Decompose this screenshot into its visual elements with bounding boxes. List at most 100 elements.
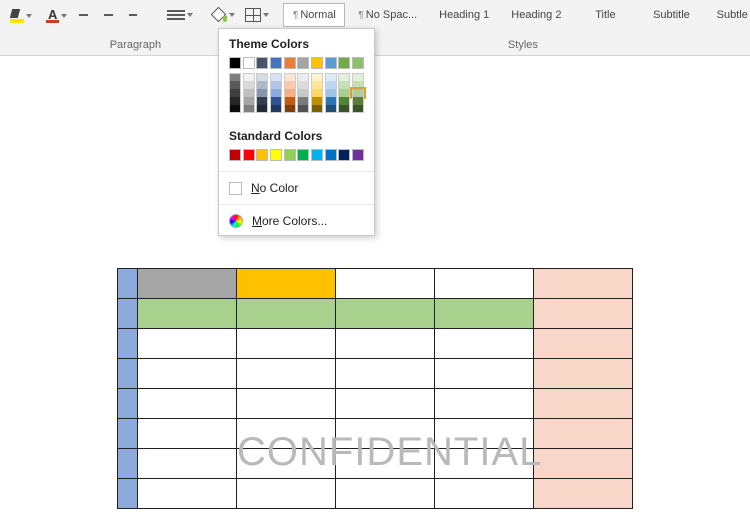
table-cell[interactable] [435, 359, 534, 389]
color-swatch[interactable] [270, 73, 282, 81]
color-swatch[interactable] [338, 57, 350, 69]
table-cell[interactable] [138, 329, 237, 359]
color-swatch[interactable] [243, 89, 255, 97]
table-cell[interactable] [118, 479, 138, 509]
color-swatch[interactable] [352, 149, 364, 161]
table-cell[interactable] [237, 389, 336, 419]
color-swatch[interactable] [256, 73, 268, 81]
color-swatch[interactable] [270, 57, 282, 69]
table-cell[interactable] [336, 359, 435, 389]
table-cell[interactable] [435, 449, 534, 479]
color-swatch[interactable] [256, 105, 268, 113]
table-cell[interactable] [336, 299, 435, 329]
color-swatch[interactable] [229, 149, 241, 161]
table-cell[interactable] [336, 269, 435, 299]
color-swatch[interactable] [229, 81, 241, 89]
color-swatch[interactable] [243, 57, 255, 69]
color-swatch[interactable] [256, 97, 268, 105]
color-swatch[interactable] [243, 73, 255, 81]
color-swatch[interactable] [325, 97, 337, 105]
table-cell[interactable] [534, 359, 633, 389]
table-cell[interactable] [138, 479, 237, 509]
style-chip[interactable]: Subtitle [640, 3, 702, 27]
align-right-button[interactable] [121, 7, 139, 23]
style-chip[interactable]: ¶Normal [283, 3, 345, 27]
color-swatch[interactable] [325, 149, 337, 161]
table-cell[interactable] [336, 329, 435, 359]
table-cell[interactable] [118, 449, 138, 479]
table-cell[interactable] [138, 389, 237, 419]
table-cell[interactable] [118, 389, 138, 419]
table-cell[interactable] [237, 449, 336, 479]
color-swatch[interactable] [311, 105, 323, 113]
style-chip[interactable]: Title [574, 3, 636, 27]
table-cell[interactable] [336, 479, 435, 509]
color-swatch[interactable] [256, 89, 268, 97]
document-table[interactable] [117, 268, 633, 509]
color-swatch[interactable] [338, 97, 350, 105]
table-cell[interactable] [336, 449, 435, 479]
color-swatch[interactable] [270, 81, 282, 89]
color-swatch[interactable] [325, 73, 337, 81]
color-swatch[interactable] [297, 57, 309, 69]
table-cell[interactable] [138, 269, 237, 299]
color-swatch[interactable] [352, 73, 364, 81]
table-cell[interactable] [435, 479, 534, 509]
table-cell[interactable] [237, 269, 336, 299]
color-swatch[interactable] [338, 105, 350, 113]
color-swatch[interactable] [284, 149, 296, 161]
color-swatch[interactable] [325, 89, 337, 97]
color-swatch[interactable] [325, 105, 337, 113]
align-justify-button[interactable] [143, 7, 161, 23]
table-cell[interactable] [237, 359, 336, 389]
table-cell[interactable] [237, 299, 336, 329]
table-cell[interactable] [435, 389, 534, 419]
table-cell[interactable] [435, 299, 534, 329]
color-swatch[interactable] [243, 81, 255, 89]
color-swatch[interactable] [229, 57, 241, 69]
table-cell[interactable] [138, 359, 237, 389]
color-swatch[interactable] [338, 89, 350, 97]
color-swatch[interactable] [338, 73, 350, 81]
table-cell[interactable] [118, 359, 138, 389]
color-swatch[interactable] [256, 81, 268, 89]
color-swatch[interactable] [325, 57, 337, 69]
color-swatch[interactable] [270, 89, 282, 97]
color-swatch[interactable] [229, 97, 241, 105]
table-cell[interactable] [237, 329, 336, 359]
table-cell[interactable] [435, 419, 534, 449]
document-canvas[interactable]: CONFIDENTIAL [0, 72, 750, 525]
color-swatch[interactable] [311, 89, 323, 97]
color-swatch[interactable] [243, 149, 255, 161]
table-cell[interactable] [118, 419, 138, 449]
style-chip[interactable]: Subtle E [706, 3, 750, 27]
color-swatch[interactable] [256, 149, 268, 161]
color-swatch[interactable] [284, 73, 296, 81]
color-swatch[interactable] [229, 89, 241, 97]
line-spacing-button[interactable] [165, 4, 195, 26]
color-swatch[interactable] [297, 97, 309, 105]
color-swatch[interactable] [297, 105, 309, 113]
color-swatch[interactable] [311, 81, 323, 89]
color-swatch[interactable] [297, 73, 309, 81]
color-swatch[interactable] [338, 149, 350, 161]
color-swatch[interactable] [352, 105, 364, 113]
color-swatch[interactable] [270, 105, 282, 113]
borders-button[interactable] [243, 4, 271, 26]
style-chip[interactable]: Heading 2 [502, 3, 570, 27]
table-cell[interactable] [534, 479, 633, 509]
color-swatch[interactable] [311, 149, 323, 161]
color-swatch[interactable] [352, 89, 364, 97]
table-cell[interactable] [118, 269, 138, 299]
color-swatch[interactable] [297, 149, 309, 161]
table-cell[interactable] [534, 389, 633, 419]
table-cell[interactable] [336, 419, 435, 449]
color-swatch[interactable] [243, 97, 255, 105]
table-cell[interactable] [138, 419, 237, 449]
font-color-button[interactable]: A [44, 5, 69, 27]
table-cell[interactable] [435, 269, 534, 299]
table-cell[interactable] [435, 329, 534, 359]
table-cell[interactable] [534, 299, 633, 329]
table-cell[interactable] [118, 329, 138, 359]
align-left-button[interactable] [77, 7, 95, 23]
